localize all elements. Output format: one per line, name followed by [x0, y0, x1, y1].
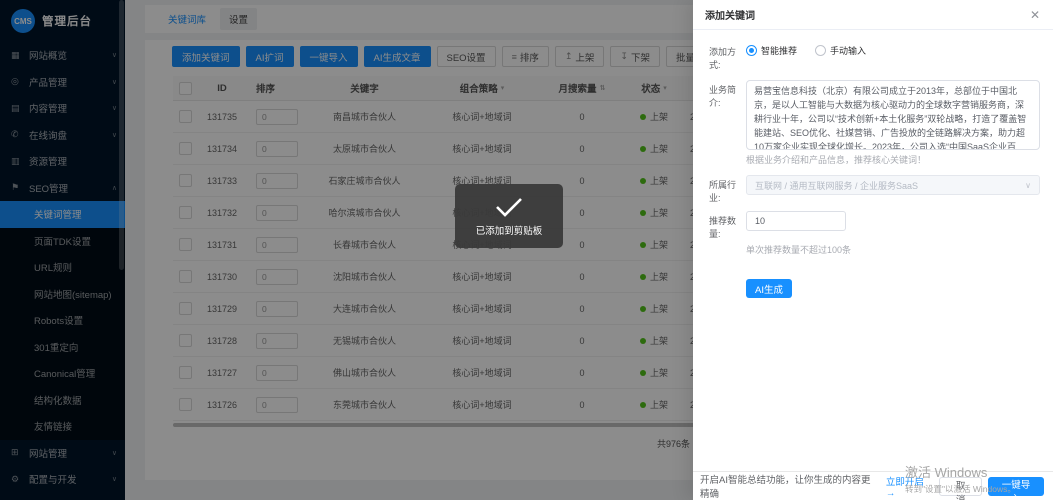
drawer-header: 添加关键词 ✕	[693, 0, 1053, 30]
toast: 已添加到剪贴板	[455, 184, 563, 248]
business-textarea[interactable]: 易营宝信息科技（北京）有限公司成立于2013年，总部位于中国北京，是以人工智能与…	[746, 80, 1040, 150]
count-hint: 单次推荐数量不超过100条	[746, 243, 1040, 256]
drawer-mask[interactable]	[0, 0, 693, 500]
watermark-line1: 激活 Windows	[905, 462, 1016, 481]
business-hint: 根据业务介绍和产品信息，推荐核心关键词！	[746, 153, 1040, 166]
radio-circle-icon	[746, 45, 757, 56]
windows-watermark: 激活 Windows 转到"设置"以激活 Windows。	[905, 462, 1016, 495]
radio-option[interactable]: 手动输入	[815, 44, 866, 57]
ai-summary-tip: 开启AI智能总结功能，让你生成的内容更精确	[700, 472, 880, 500]
add-keyword-drawer: 添加关键词 ✕ 添加方式: 智能推荐 手动输入 业务简介: 易营宝信息科技（北京）…	[693, 0, 1053, 500]
industry-select[interactable]: 互联网 / 通用互联网服务 / 企业服务SaaS ∨	[746, 175, 1040, 195]
chevron-down-icon: ∨	[1025, 181, 1031, 190]
add-method-label: 添加方式:	[709, 42, 746, 71]
count-label: 推荐数量:	[709, 211, 746, 240]
admin-page: CMS 管理后台 ▦网站概览∨◎产品管理∨▤内容管理∨✆在线询盘∨▥资源管理⚑S…	[0, 0, 1053, 500]
add-method-radio-group: 智能推荐 手动输入	[746, 42, 866, 57]
drawer-body: 添加方式: 智能推荐 手动输入 业务简介: 易营宝信息科技（北京）有限公司成立于2…	[693, 30, 1053, 471]
drawer-title: 添加关键词	[705, 7, 755, 22]
radio-label: 手动输入	[830, 44, 866, 57]
industry-select-value: 互联网 / 通用互联网服务 / 企业服务SaaS	[755, 179, 918, 192]
count-input[interactable]	[746, 211, 846, 231]
radio-label: 智能推荐	[761, 44, 797, 57]
close-icon[interactable]: ✕	[1030, 9, 1040, 21]
radio-circle-icon	[815, 45, 826, 56]
radio-selected[interactable]: 智能推荐	[746, 44, 797, 57]
toast-message: 已添加到剪贴板	[476, 223, 543, 237]
business-label: 业务简介:	[709, 80, 746, 109]
watermark-line2: 转到"设置"以激活 Windows。	[905, 483, 1016, 495]
check-icon	[493, 196, 525, 218]
industry-label: 所属行业:	[709, 175, 746, 204]
ai-generate-button[interactable]: AI生成	[746, 279, 792, 298]
